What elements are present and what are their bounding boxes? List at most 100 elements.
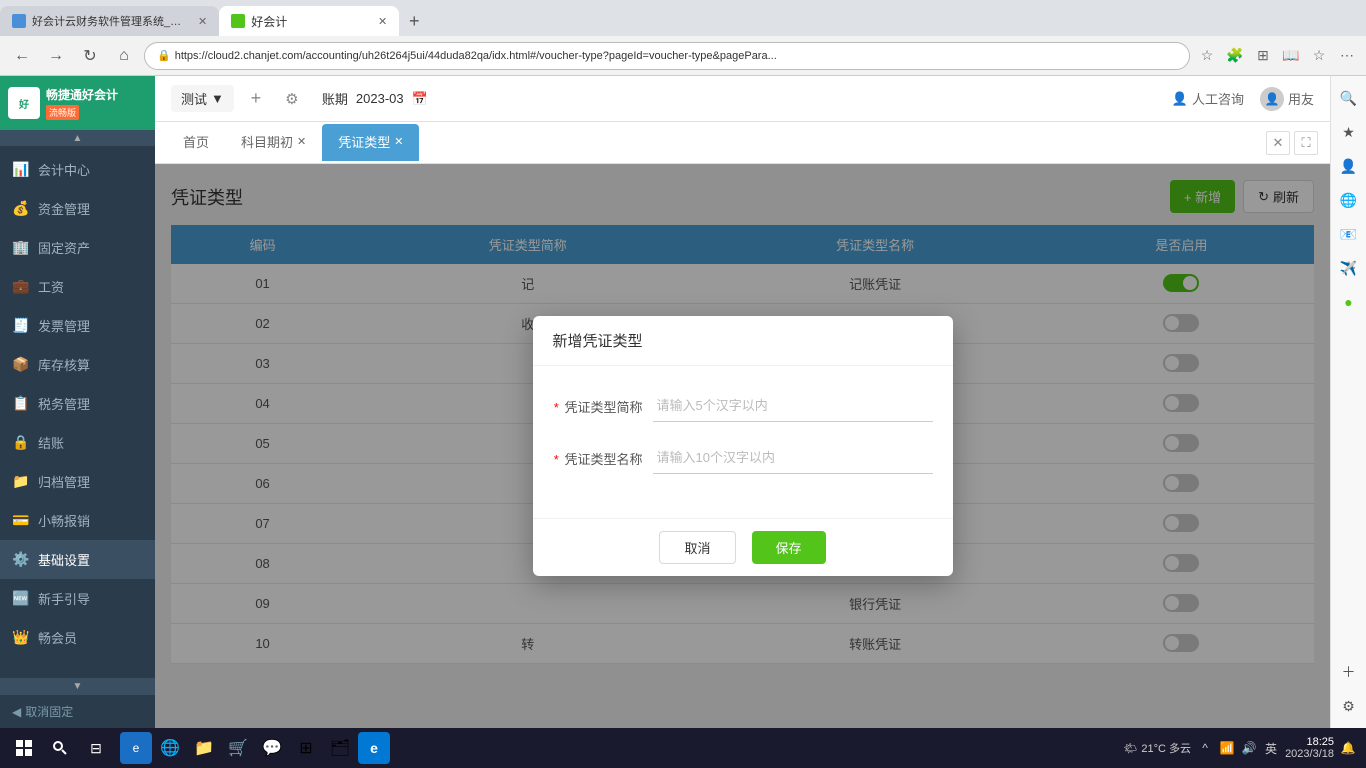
sidebar-item-closing[interactable]: 🔒 结账 [0,423,155,462]
save-button[interactable]: 保存 [752,531,826,564]
sidebar-label-guide: 新手引导 [38,589,90,608]
browser-tab-2[interactable]: 好会计 ✕ [219,6,399,36]
sidebar: 好 畅捷通好会计 流畅版 ▲ 📊 会计中心 💰 资金管理 🏢 固定资产 💼 工 [0,76,155,728]
tray-lang[interactable]: 英 [1261,738,1281,758]
favorites-icon[interactable]: ☆ [1196,45,1218,67]
sidebar-item-member[interactable]: 👑 畅会员 [0,618,155,657]
taskbar-app-wechat[interactable]: 💬 [256,732,288,764]
user-avatar: 👤 [1260,87,1284,111]
rs-search-icon[interactable]: 🔍 [1335,84,1363,112]
abbr-input[interactable] [653,390,933,422]
tax-icon: 📋 [12,395,30,413]
cancel-button[interactable]: 取消 [659,531,735,564]
tab-subject[interactable]: 科目期初 ✕ [225,124,322,161]
sidebar-item-capital[interactable]: 💰 资金管理 [0,189,155,228]
period-label: 账期 [322,89,348,108]
tray-network[interactable]: 📶 [1217,738,1237,758]
cancel-pin-button[interactable]: ◀ 取消固定 [0,694,155,728]
rs-settings-icon[interactable]: ⚙ [1335,692,1363,720]
sidebar-item-settings[interactable]: ⚙️ 基础设置 [0,540,155,579]
taskbar-app-browser2[interactable]: e [358,732,390,764]
wechat-icon: 💬 [262,738,282,758]
taskbar-app-explorer[interactable]: 📁 [188,732,220,764]
sidebar-scroll-down[interactable]: ▼ [0,678,155,694]
apps-icon: ⊞ [299,738,312,758]
top-bar: 测试 ▼ + ⚙ 账期 2023-03 📅 👤 人工咨询 👤 用友 [155,76,1330,122]
taskbar-app-edge[interactable]: e [120,732,152,764]
settings-gear-button[interactable]: ⚙ [278,85,306,113]
top-right-actions: 👤 人工咨询 👤 用友 [1172,87,1314,111]
minimize-pane-button[interactable]: ✕ [1266,131,1290,155]
address-bar-input[interactable]: 🔒 https://cloud2.chanjet.com/accounting/… [144,42,1190,70]
company-selector[interactable]: 测试 ▼ [171,85,234,112]
collections-icon[interactable]: ☆ [1308,45,1330,67]
tray-volume[interactable]: 🔊 [1239,738,1259,758]
notification-button[interactable]: 🔔 [1338,738,1358,758]
start-button[interactable] [8,732,40,764]
tab1-close-icon[interactable]: ✕ [198,15,207,28]
taskbar-app-chrome[interactable]: 🌐 [154,732,186,764]
sidebar-item-invoice[interactable]: 🧾 发票管理 [0,306,155,345]
explorer-icon: 📁 [194,738,214,758]
tab-home[interactable]: 首页 [167,124,225,161]
tab-voucher-type[interactable]: 凭证类型 ✕ [322,124,419,161]
edge2-icon: e [370,740,378,756]
taskbar-app-folder[interactable]: 🗂 [324,732,356,764]
forward-button[interactable]: → [42,42,70,70]
split-view-icon[interactable]: ⊞ [1252,45,1274,67]
logo-text: 畅捷通好会计 流畅版 [46,86,118,120]
tab1-favicon [12,14,26,28]
rs-add-icon[interactable]: ＋ [1335,658,1363,686]
store-icon: 🛒 [228,738,248,758]
weather-display: 🌤 21°C 多云 [1123,740,1191,756]
sidebar-item-inventory[interactable]: 📦 库存核算 [0,345,155,384]
sidebar-item-expense[interactable]: 💳 小畅报销 [0,501,155,540]
browser-tab-1[interactable]: 好会计云财务软件管理系统_会计 ✕ [0,6,219,36]
sidebar-item-tax[interactable]: 📋 税务管理 [0,384,155,423]
sidebar-label-archive: 归档管理 [38,472,90,491]
rs-star-icon[interactable]: ★ [1335,118,1363,146]
sidebar-scroll-up[interactable]: ▲ [0,130,155,146]
back-button[interactable]: ← [8,42,36,70]
sidebar-item-archive[interactable]: 📁 归档管理 [0,462,155,501]
tab-subject-close[interactable]: ✕ [297,135,306,148]
name-input[interactable] [653,442,933,474]
tab2-close-icon[interactable]: ✕ [378,15,387,28]
expand-pane-button[interactable]: ⛶ [1294,131,1318,155]
page-tabs: 首页 科目期初 ✕ 凭证类型 ✕ ✕ ⛶ [155,122,1330,164]
sidebar-logo[interactable]: 好 畅捷通好会计 流畅版 [0,76,155,130]
taskbar-app-store[interactable]: 🛒 [222,732,254,764]
rs-mail-icon[interactable]: 📧 [1335,220,1363,248]
sidebar-item-assets[interactable]: 🏢 固定资产 [0,228,155,267]
reading-view-icon[interactable]: 📖 [1280,45,1302,67]
reload-button[interactable]: ↻ [76,42,104,70]
rs-user-icon[interactable]: 👤 [1335,152,1363,180]
taskbar-clock[interactable]: 18:25 2023/3/18 [1285,736,1334,760]
task-view-button[interactable]: ⊟ [80,732,112,764]
inventory-icon: 📦 [12,356,30,374]
add-company-button[interactable]: + [242,85,270,113]
calendar-icon[interactable]: 📅 [412,91,428,107]
sidebar-item-dashboard[interactable]: 📊 会计中心 [0,150,155,189]
rs-green-icon[interactable]: ● [1335,288,1363,316]
taskbar-app-apps[interactable]: ⊞ [290,732,322,764]
tab-expand-controls: ✕ ⛶ [1266,131,1318,155]
name-form-row: * 凭证类型名称 [553,442,933,474]
rs-send-icon[interactable]: ✈️ [1335,254,1363,282]
help-button[interactable]: 👤 人工咨询 [1172,89,1244,108]
user-button[interactable]: 👤 用友 [1260,87,1314,111]
new-tab-button[interactable]: + [399,6,429,36]
extensions-icon[interactable]: 🧩 [1224,45,1246,67]
tray-chevron[interactable]: ^ [1195,738,1215,758]
search-taskbar-button[interactable] [44,732,76,764]
sidebar-item-guide[interactable]: 🆕 新手引导 [0,579,155,618]
rs-globe-icon[interactable]: 🌐 [1335,186,1363,214]
address-text: https://cloud2.chanjet.com/accounting/uh… [175,50,777,62]
sidebar-item-salary[interactable]: 💼 工资 [0,267,155,306]
weather-icon: 🌤 [1123,742,1137,755]
browser-menu-icon[interactable]: ⋯ [1336,45,1358,67]
closing-icon: 🔒 [12,434,30,452]
home-button[interactable]: ⌂ [110,42,138,70]
sidebar-label-settings: 基础设置 [38,550,90,569]
tab-voucher-type-close[interactable]: ✕ [394,135,403,148]
